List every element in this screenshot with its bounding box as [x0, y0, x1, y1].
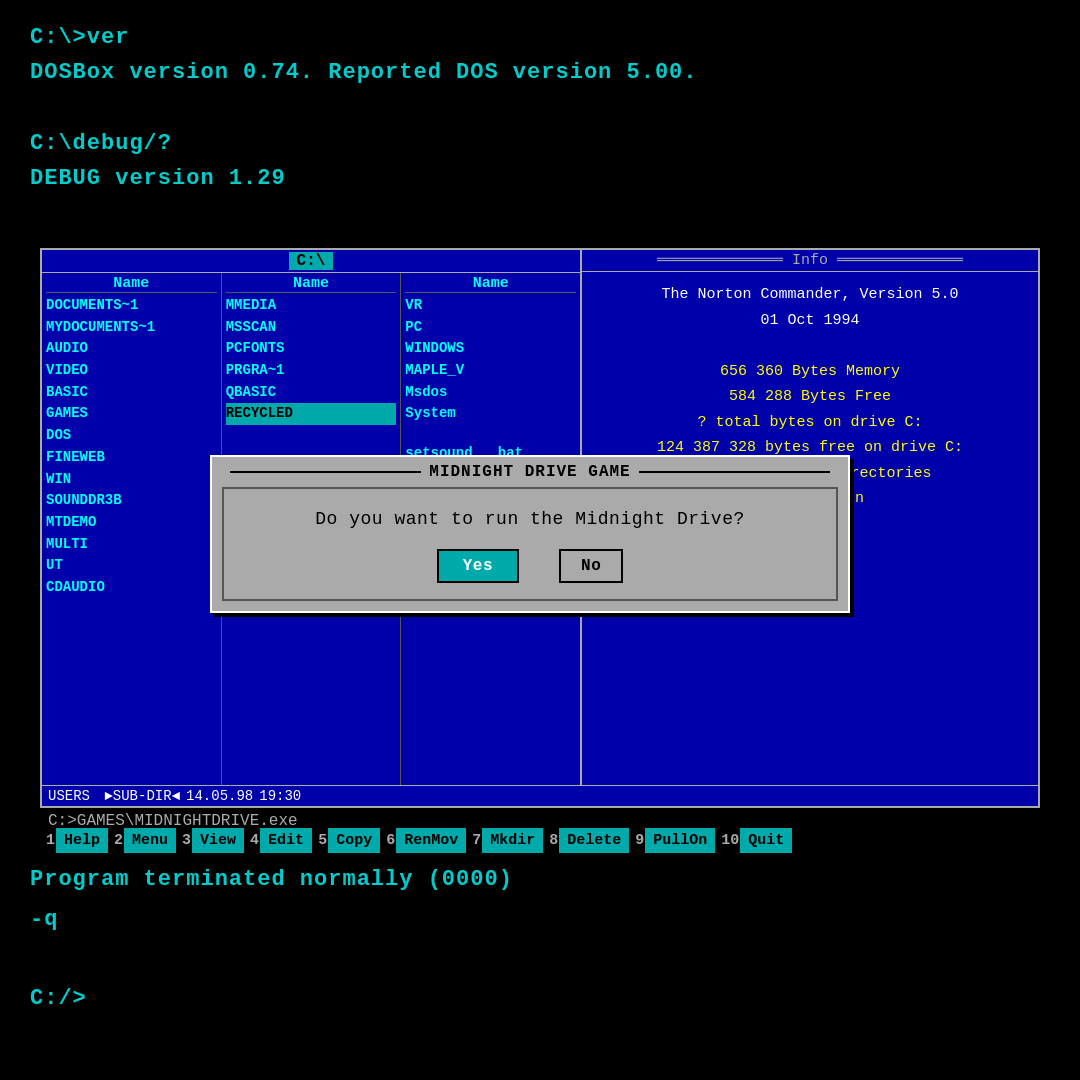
- func-label-3[interactable]: View: [192, 828, 244, 853]
- func-label-1[interactable]: Help: [56, 828, 108, 853]
- list-item[interactable]: MMEDIA: [226, 295, 397, 317]
- list-item[interactable]: PCFONTS: [226, 338, 397, 360]
- func-key-8[interactable]: 8 Delete: [543, 828, 629, 853]
- nc-version-line1: The Norton Commander, Version 5.0: [588, 282, 1032, 308]
- func-num-8: 8: [543, 828, 559, 853]
- list-item[interactable]: PRGRA~1: [226, 360, 397, 382]
- func-key-3[interactable]: 3 View: [176, 828, 244, 853]
- func-key-7[interactable]: 7 Mkdir: [466, 828, 543, 853]
- terminal-dash-q: -q: [30, 900, 513, 940]
- func-label-4[interactable]: Edit: [260, 828, 312, 853]
- status-name: USERS: [48, 788, 90, 804]
- col-header-1: Name: [46, 275, 217, 293]
- nc-status-bar: USERS ►SUB-DIR◄ 14.05.98 19:30: [42, 785, 1038, 806]
- terminal-prompt-bottom: C:/>: [30, 979, 513, 1019]
- list-item[interactable]: AUDIO: [46, 338, 217, 360]
- terminal-line-3: C:\debug/?: [30, 126, 1050, 161]
- list-item[interactable]: BASIC: [46, 382, 217, 404]
- func-label-2[interactable]: Menu: [124, 828, 176, 853]
- terminal-line-1: C:\>ver: [30, 20, 1050, 55]
- no-button[interactable]: No: [559, 549, 623, 583]
- func-key-2[interactable]: 2 Menu: [108, 828, 176, 853]
- func-num-7: 7: [466, 828, 482, 853]
- drive-label: C:\: [289, 252, 334, 270]
- list-item[interactable]: MULTI: [46, 534, 217, 556]
- dialog-title-bar: MIDNIGHT DRIVE GAME: [212, 457, 848, 487]
- func-label-7[interactable]: Mkdir: [482, 828, 543, 853]
- status-date: 14.05.98: [186, 788, 253, 804]
- func-label-9[interactable]: PullOn: [645, 828, 715, 853]
- free-line: 584 288 Bytes Free: [588, 384, 1032, 410]
- func-key-5[interactable]: 5 Copy: [312, 828, 380, 853]
- memory-line: 656 360 Bytes Memory: [588, 359, 1032, 385]
- list-item[interactable]: RECYCLED: [226, 403, 397, 425]
- list-item[interactable]: DOCUMENTS~1: [46, 295, 217, 317]
- dialog-window: MIDNIGHT DRIVE GAME Do you want to run t…: [210, 455, 850, 613]
- func-key-6[interactable]: 6 RenMov: [380, 828, 466, 853]
- list-item[interactable]: WINDOWS: [405, 338, 576, 360]
- list-item[interactable]: MYDOCUMENTS~1: [46, 317, 217, 339]
- list-item[interactable]: CDAUDIO: [46, 577, 217, 599]
- func-num-6: 6: [380, 828, 396, 853]
- panel-col-1: Name DOCUMENTS~1 MYDOCUMENTS~1 AUDIO VID…: [42, 273, 222, 785]
- func-num-10: 10: [715, 828, 740, 853]
- status-type: ►SUB-DIR◄: [96, 788, 180, 804]
- func-label-10[interactable]: Quit: [740, 828, 792, 853]
- func-key-10[interactable]: 10 Quit: [715, 828, 792, 853]
- terminal-bottom: Program terminated normally (0000) -q C:…: [30, 860, 513, 1018]
- list-item[interactable]: System: [405, 403, 576, 425]
- func-label-5[interactable]: Copy: [328, 828, 380, 853]
- yes-button[interactable]: Yes: [437, 549, 519, 583]
- list-item[interactable]: PC: [405, 317, 576, 339]
- list-item[interactable]: VR: [405, 295, 576, 317]
- list-item[interactable]: MAPLE_V: [405, 360, 576, 382]
- nc-version-line2: 01 Oct 1994: [588, 308, 1032, 334]
- list-item[interactable]: WIN: [46, 469, 217, 491]
- left-panel-title: C:\: [42, 250, 580, 273]
- col-header-3: Name: [405, 275, 576, 293]
- col-header-2: Name: [226, 275, 397, 293]
- func-key-4[interactable]: 4 Edit: [244, 828, 312, 853]
- status-time: 19:30: [259, 788, 301, 804]
- dialog-title: MIDNIGHT DRIVE GAME: [429, 463, 630, 481]
- list-item[interactable]: GAMES: [46, 403, 217, 425]
- list-item[interactable]: SOUNDDR3B: [46, 490, 217, 512]
- list-item[interactable]: MTDEMO: [46, 512, 217, 534]
- func-key-9[interactable]: 9 PullOn: [629, 828, 715, 853]
- list-item[interactable]: MSSCAN: [226, 317, 397, 339]
- func-num-5: 5: [312, 828, 328, 853]
- list-item[interactable]: FINEWEB: [46, 447, 217, 469]
- func-label-6[interactable]: RenMov: [396, 828, 466, 853]
- func-num-1: 1: [40, 828, 56, 853]
- func-key-1[interactable]: 1 Help: [40, 828, 108, 853]
- func-num-9: 9: [629, 828, 645, 853]
- list-item[interactable]: UT: [46, 555, 217, 577]
- list-item[interactable]: QBASIC: [226, 382, 397, 404]
- dialog-body: Do you want to run the Midnight Drive? Y…: [222, 487, 838, 601]
- func-num-3: 3: [176, 828, 192, 853]
- dialog-buttons: Yes No: [244, 549, 816, 583]
- func-bar: 1 Help 2 Menu 3 View 4 Edit 5 Copy 6 Ren…: [40, 828, 1040, 853]
- func-num-4: 4: [244, 828, 260, 853]
- info-title: ══════════════ Info ══════════════: [582, 250, 1038, 272]
- list-item[interactable]: DOS: [46, 425, 217, 447]
- func-num-2: 2: [108, 828, 124, 853]
- dialog-question: Do you want to run the Midnight Drive?: [244, 509, 816, 529]
- terminal-line-2: DOSBox version 0.74. Reported DOS versio…: [30, 55, 1050, 90]
- list-item[interactable]: Msdos: [405, 382, 576, 404]
- terminal-line-4: DEBUG version 1.29: [30, 161, 1050, 196]
- total-bytes-line: ? total bytes on drive C:: [588, 410, 1032, 436]
- terminal-terminated: Program terminated normally (0000): [30, 860, 513, 900]
- list-item[interactable]: VIDEO: [46, 360, 217, 382]
- func-label-8[interactable]: Delete: [559, 828, 629, 853]
